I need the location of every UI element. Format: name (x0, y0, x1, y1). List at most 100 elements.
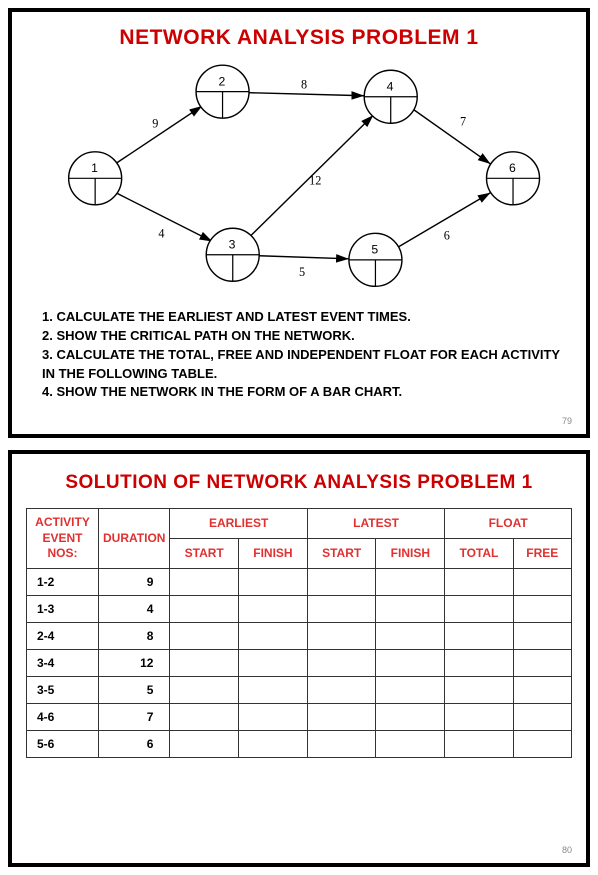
cell-duration: 8 (99, 622, 170, 649)
table-row: 3-4 12 (27, 649, 572, 676)
header-earliest-finish: FINISH (238, 538, 307, 568)
cell-empty (238, 730, 307, 757)
header-earliest-start: START (170, 538, 239, 568)
cell-empty (307, 730, 376, 757)
cell-empty (376, 622, 445, 649)
edge-label-3-4: 12 (309, 173, 321, 187)
cell-empty (513, 730, 571, 757)
cell-duration: 9 (99, 568, 170, 595)
edge-label-1-2: 9 (152, 116, 158, 130)
cell-empty (513, 676, 571, 703)
cell-empty (376, 649, 445, 676)
cell-empty (445, 649, 513, 676)
instruction-item: CALCULATE THE TOTAL, FREE AND INDEPENDEN… (36, 346, 562, 384)
cell-empty (307, 622, 376, 649)
header-duration: DURATION (99, 509, 170, 569)
table-row: 5-6 6 (27, 730, 572, 757)
header-latest-finish: FINISH (376, 538, 445, 568)
cell-empty (170, 622, 239, 649)
cell-activity: 5-6 (27, 730, 99, 757)
table-row: 1-2 9 (27, 568, 572, 595)
cell-empty (307, 649, 376, 676)
cell-empty (445, 622, 513, 649)
cell-empty (376, 595, 445, 622)
cell-empty (376, 730, 445, 757)
cell-empty (376, 676, 445, 703)
cell-activity: 4-6 (27, 703, 99, 730)
cell-empty (238, 568, 307, 595)
cell-activity: 1-3 (27, 595, 99, 622)
cell-empty (170, 730, 239, 757)
table-row: 1-3 4 (27, 595, 572, 622)
edge-2-4 (249, 93, 364, 96)
edge-label-4-6: 7 (460, 114, 466, 128)
header-activity: ACTIVITY EVENT NOS: (27, 509, 99, 569)
cell-empty (170, 649, 239, 676)
header-float-free: FREE (513, 538, 571, 568)
cell-empty (238, 703, 307, 730)
problem-title: NETWORK ANALYSIS PROBLEM 1 (34, 26, 564, 50)
header-latest: LATEST (307, 509, 444, 539)
cell-empty (445, 676, 513, 703)
svg-text:1: 1 (91, 161, 98, 175)
cell-empty (238, 595, 307, 622)
problem-instructions: CALCULATE THE EARLIEST AND LATEST EVENT … (34, 308, 564, 402)
cell-activity: 3-4 (27, 649, 99, 676)
cell-empty (513, 649, 571, 676)
solution-table: ACTIVITY EVENT NOS: DURATION EARLIEST LA… (26, 508, 572, 758)
cell-empty (170, 676, 239, 703)
cell-empty (445, 568, 513, 595)
solution-title: SOLUTION OF NETWORK ANALYSIS PROBLEM 1 (26, 472, 572, 494)
svg-text:6: 6 (509, 161, 516, 175)
node-1: 1 (69, 152, 122, 205)
cell-empty (307, 568, 376, 595)
solution-table-body: 1-2 9 1-3 4 2-4 8 3-4 12 3-5 5 (27, 568, 572, 757)
edge-label-3-5: 5 (299, 265, 305, 279)
instruction-item: SHOW THE CRITICAL PATH ON THE NETWORK. (36, 327, 562, 346)
header-latest-start: START (307, 538, 376, 568)
cell-duration: 6 (99, 730, 170, 757)
header-float: FLOAT (445, 509, 572, 539)
svg-text:2: 2 (218, 75, 225, 89)
problem-slide: NETWORK ANALYSIS PROBLEM 1 9 4 8 12 5 7 (8, 8, 590, 438)
cell-duration: 5 (99, 676, 170, 703)
network-diagram: 9 4 8 12 5 7 6 1 (34, 56, 564, 296)
cell-empty (445, 703, 513, 730)
edge-1-2 (117, 106, 203, 163)
edge-label-5-6: 6 (444, 228, 450, 242)
cell-empty (513, 703, 571, 730)
instruction-item: CALCULATE THE EARLIEST AND LATEST EVENT … (36, 308, 562, 327)
page-number: 79 (562, 416, 572, 426)
cell-activity: 3-5 (27, 676, 99, 703)
svg-text:4: 4 (387, 80, 394, 94)
node-3: 3 (206, 228, 259, 281)
cell-empty (445, 595, 513, 622)
cell-empty (238, 676, 307, 703)
solution-slide: SOLUTION OF NETWORK ANALYSIS PROBLEM 1 A… (8, 450, 590, 867)
header-float-total: TOTAL (445, 538, 513, 568)
cell-duration: 4 (99, 595, 170, 622)
cell-activity: 1-2 (27, 568, 99, 595)
header-earliest: EARLIEST (170, 509, 307, 539)
cell-empty (376, 568, 445, 595)
cell-empty (170, 703, 239, 730)
cell-empty (238, 622, 307, 649)
edge-label-2-4: 8 (301, 78, 307, 92)
edge-3-5 (259, 256, 349, 259)
cell-empty (170, 595, 239, 622)
node-4: 4 (364, 70, 417, 123)
node-2: 2 (196, 65, 249, 118)
cell-empty (376, 703, 445, 730)
cell-empty (170, 568, 239, 595)
cell-empty (445, 730, 513, 757)
node-6: 6 (487, 152, 540, 205)
cell-empty (238, 649, 307, 676)
cell-activity: 2-4 (27, 622, 99, 649)
page-number: 80 (562, 845, 572, 855)
cell-empty (513, 568, 571, 595)
cell-empty (307, 676, 376, 703)
cell-empty (307, 595, 376, 622)
node-5: 5 (349, 233, 402, 286)
cell-duration: 12 (99, 649, 170, 676)
edge-4-6 (414, 110, 490, 164)
